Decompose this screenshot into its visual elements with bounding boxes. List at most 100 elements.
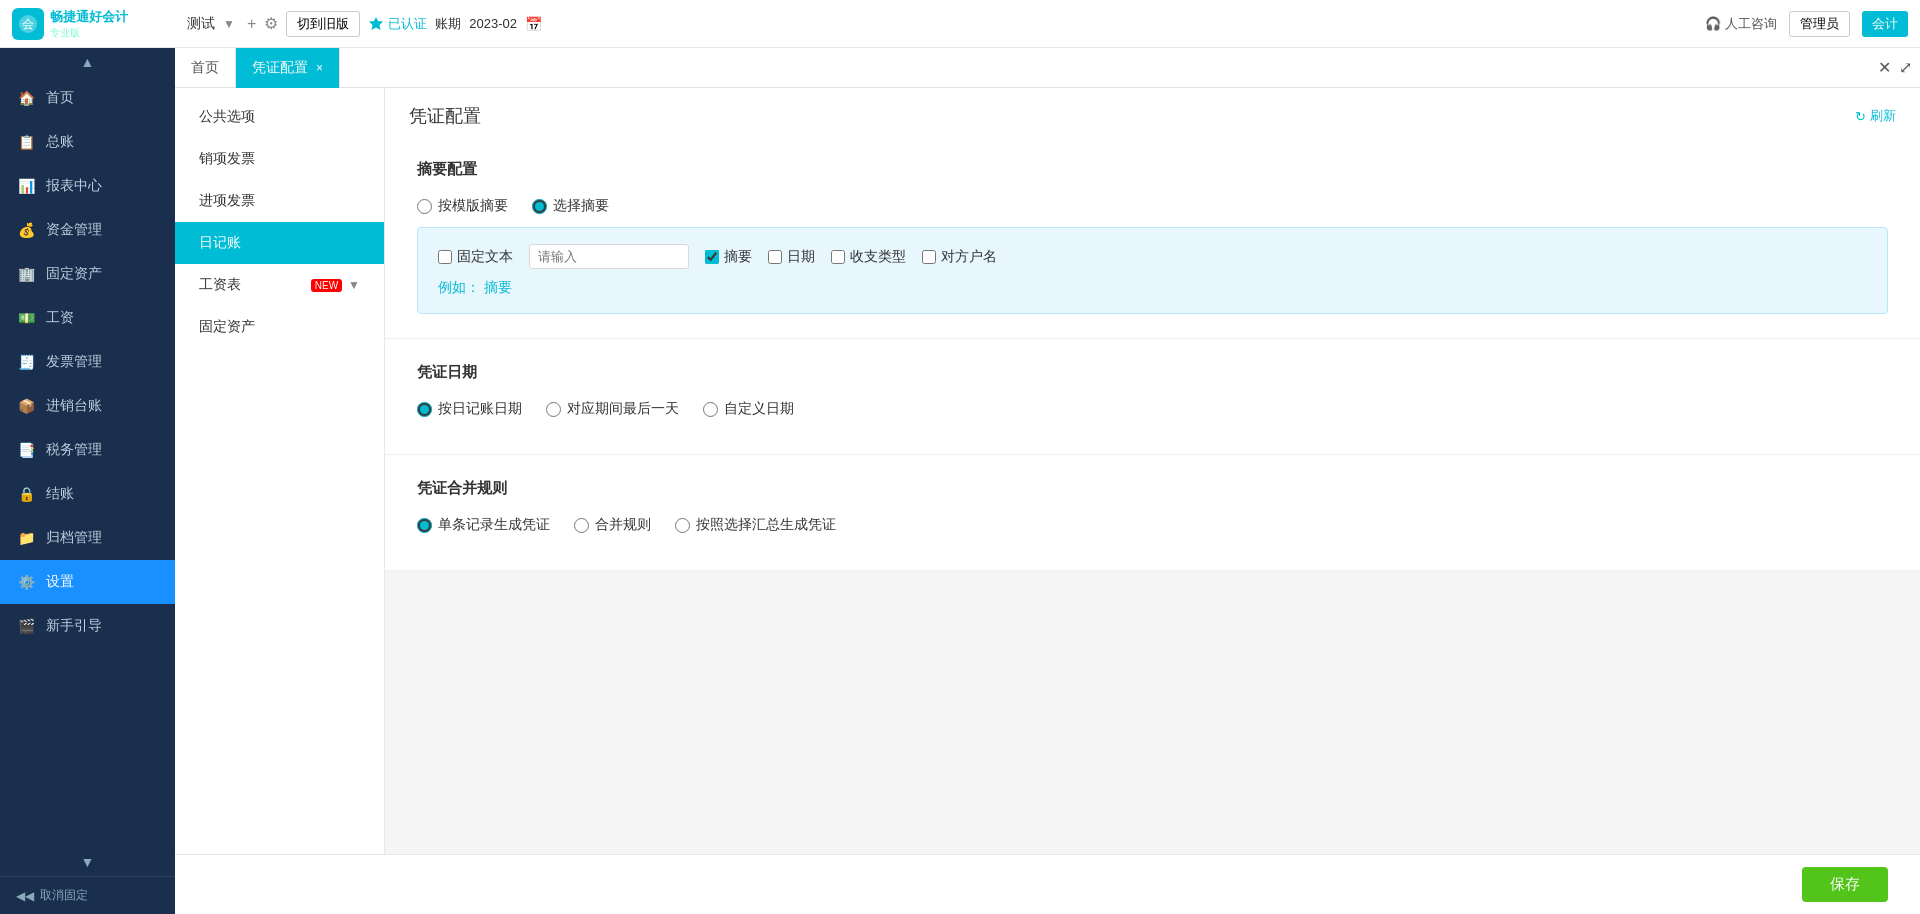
- logo-area: 会 畅捷通好会计 专业版: [12, 8, 187, 40]
- salary-icon: 💵: [16, 308, 36, 328]
- radio-merge-rule-input[interactable]: [574, 518, 589, 533]
- new-badge: NEW: [311, 279, 342, 292]
- sidebar-item-home[interactable]: 🏠 首页: [0, 76, 175, 120]
- admin-button[interactable]: 管理员: [1789, 11, 1850, 37]
- close-account-icon: 🔒: [16, 484, 36, 504]
- sidebar: ▲ 🏠 首页 📋 总账 📊 报表中心 💰 资金管理: [0, 48, 175, 914]
- tab-home[interactable]: 首页: [175, 48, 236, 88]
- period-value: 2023-02: [469, 16, 517, 31]
- certified-badge: 已认证: [368, 15, 427, 33]
- payroll-chevron-icon: ▼: [348, 278, 360, 292]
- summary-section-title: 摘要配置: [417, 160, 1888, 179]
- left-nav-fixed-asset[interactable]: 固定资产: [175, 306, 384, 348]
- radio-select-input[interactable]: [532, 199, 547, 214]
- switch-old-button[interactable]: 切到旧版: [286, 11, 360, 37]
- tab-close-button[interactable]: ×: [316, 61, 323, 75]
- checkbox-fixed-text[interactable]: 固定文本: [438, 248, 513, 266]
- pay-type-checkbox[interactable]: [831, 250, 845, 264]
- tab-voucher-config[interactable]: 凭证配置 ×: [236, 48, 340, 88]
- add-icon[interactable]: +: [247, 15, 256, 33]
- counterpart-checkbox[interactable]: [922, 250, 936, 264]
- top-bar: 会 畅捷通好会计 专业版 测试 ▼ + ⚙ 切到旧版 已认证 账期 2023-0…: [0, 0, 1920, 48]
- date-checkbox[interactable]: [768, 250, 782, 264]
- sidebar-item-settings[interactable]: ⚙️ 设置: [0, 560, 175, 604]
- dropdown-icon[interactable]: ▼: [223, 17, 235, 31]
- cancel-fixed-button[interactable]: ◀◀ 取消固定: [0, 876, 175, 914]
- sidebar-item-asset[interactable]: 🏢 固定资产: [0, 252, 175, 296]
- date-section-title: 凭证日期: [417, 363, 1888, 382]
- checkbox-summary[interactable]: 摘要: [705, 248, 752, 266]
- tax-icon: 📑: [16, 440, 36, 460]
- radio-template-summary[interactable]: 按模版摘要: [417, 197, 508, 215]
- radio-template-input[interactable]: [417, 199, 432, 214]
- sidebar-item-ledger[interactable]: 📋 总账: [0, 120, 175, 164]
- radio-period-last-input[interactable]: [546, 402, 561, 417]
- calendar-icon[interactable]: 📅: [525, 16, 542, 32]
- close-panel-button[interactable]: ✕: [1878, 58, 1891, 77]
- radio-single[interactable]: 单条记录生成凭证: [417, 516, 550, 534]
- sidebar-item-tax[interactable]: 📑 税务管理: [0, 428, 175, 472]
- sidebar-item-guide[interactable]: 🎬 新手引导: [0, 604, 175, 648]
- accountant-button[interactable]: 会计: [1862, 11, 1908, 37]
- left-nav-journal[interactable]: 日记账: [175, 222, 384, 264]
- radio-single-input[interactable]: [417, 518, 432, 533]
- settings-sidebar-icon: ⚙️: [16, 572, 36, 592]
- summary-checkbox[interactable]: [705, 250, 719, 264]
- summary-config-row: 固定文本 摘要 日期: [438, 244, 1867, 269]
- logo-title: 畅捷通好会计: [50, 8, 128, 26]
- summary-section: 摘要配置 按模版摘要 选择摘要: [385, 136, 1920, 339]
- fixed-text-checkbox[interactable]: [438, 250, 452, 264]
- main-content: 公共选项 销项发票 进项发票 日记账 工资表 NEW ▼ 固定资产: [175, 88, 1920, 854]
- radio-custom-date-input[interactable]: [703, 402, 718, 417]
- asset-icon: 🏢: [16, 264, 36, 284]
- sidebar-item-invoice[interactable]: 🧾 发票管理: [0, 340, 175, 384]
- summary-radio-group: 按模版摘要 选择摘要: [417, 197, 1888, 215]
- sidebar-item-fund[interactable]: 💰 资金管理: [0, 208, 175, 252]
- left-nav-purchase[interactable]: 进项发票: [175, 180, 384, 222]
- report-icon: 📊: [16, 176, 36, 196]
- bottom-spacer: [385, 571, 1920, 611]
- radio-select-summary[interactable]: 选择摘要: [532, 197, 609, 215]
- main-area: ▲ 🏠 首页 📋 总账 📊 报表中心 💰 资金管理: [0, 48, 1920, 914]
- refresh-button[interactable]: ↻ 刷新: [1855, 107, 1896, 125]
- sidebar-item-report[interactable]: 📊 报表中心: [0, 164, 175, 208]
- sidebar-scroll-down[interactable]: ▼: [0, 848, 175, 876]
- support-button[interactable]: 🎧 人工咨询: [1705, 15, 1777, 33]
- sidebar-item-salary[interactable]: 💵 工资: [0, 296, 175, 340]
- radio-select-merge-input[interactable]: [675, 518, 690, 533]
- radio-journal-date[interactable]: 按日记账日期: [417, 400, 522, 418]
- fixed-text-input[interactable]: [529, 244, 689, 269]
- sidebar-scroll: 🏠 首页 📋 总账 📊 报表中心 💰 资金管理 🏢 固定资产: [0, 76, 175, 848]
- guide-icon: 🎬: [16, 616, 36, 636]
- checkbox-pay-type[interactable]: 收支类型: [831, 248, 906, 266]
- sidebar-item-archive[interactable]: 📁 归档管理: [0, 516, 175, 560]
- sidebar-scroll-up[interactable]: ▲: [0, 48, 175, 76]
- save-button[interactable]: 保存: [1802, 867, 1888, 902]
- radio-custom-date[interactable]: 自定义日期: [703, 400, 794, 418]
- checkbox-counterpart[interactable]: 对方户名: [922, 248, 997, 266]
- expand-panel-button[interactable]: ⤢: [1899, 58, 1912, 77]
- radio-merge-rule[interactable]: 合并规则: [574, 516, 651, 534]
- unpin-icon: ◀◀: [16, 889, 34, 903]
- date-section: 凭证日期 按日记账日期 对应期间最后一天: [385, 339, 1920, 455]
- headset-icon: 🎧: [1705, 16, 1721, 31]
- logo-icon: 会: [12, 8, 44, 40]
- panel-header: 凭证配置 ↻ 刷新: [385, 88, 1920, 136]
- radio-period-last[interactable]: 对应期间最后一天: [546, 400, 679, 418]
- topbar-right: 🎧 人工咨询 管理员 会计: [1705, 11, 1908, 37]
- radio-select-merge[interactable]: 按照选择汇总生成凭证: [675, 516, 836, 534]
- sidebar-item-close[interactable]: 🔒 结账: [0, 472, 175, 516]
- summary-config-box: 固定文本 摘要 日期: [417, 227, 1888, 314]
- left-nav-payroll[interactable]: 工资表 NEW ▼: [175, 264, 384, 306]
- left-nav-public[interactable]: 公共选项: [175, 96, 384, 138]
- checkbox-date[interactable]: 日期: [768, 248, 815, 266]
- left-nav-sales[interactable]: 销项发票: [175, 138, 384, 180]
- settings-icon[interactable]: ⚙: [264, 14, 278, 33]
- tab-bar: 首页 凭证配置 × ✕ ⤢: [175, 48, 1920, 88]
- fund-icon: 💰: [16, 220, 36, 240]
- archive-icon: 📁: [16, 528, 36, 548]
- sidebar-item-trade[interactable]: 📦 进销台账: [0, 384, 175, 428]
- tab-bar-right: ✕ ⤢: [1878, 58, 1920, 77]
- merge-radio-group: 单条记录生成凭证 合并规则 按照选择汇总生成凭证: [417, 516, 1888, 534]
- radio-journal-date-input[interactable]: [417, 402, 432, 417]
